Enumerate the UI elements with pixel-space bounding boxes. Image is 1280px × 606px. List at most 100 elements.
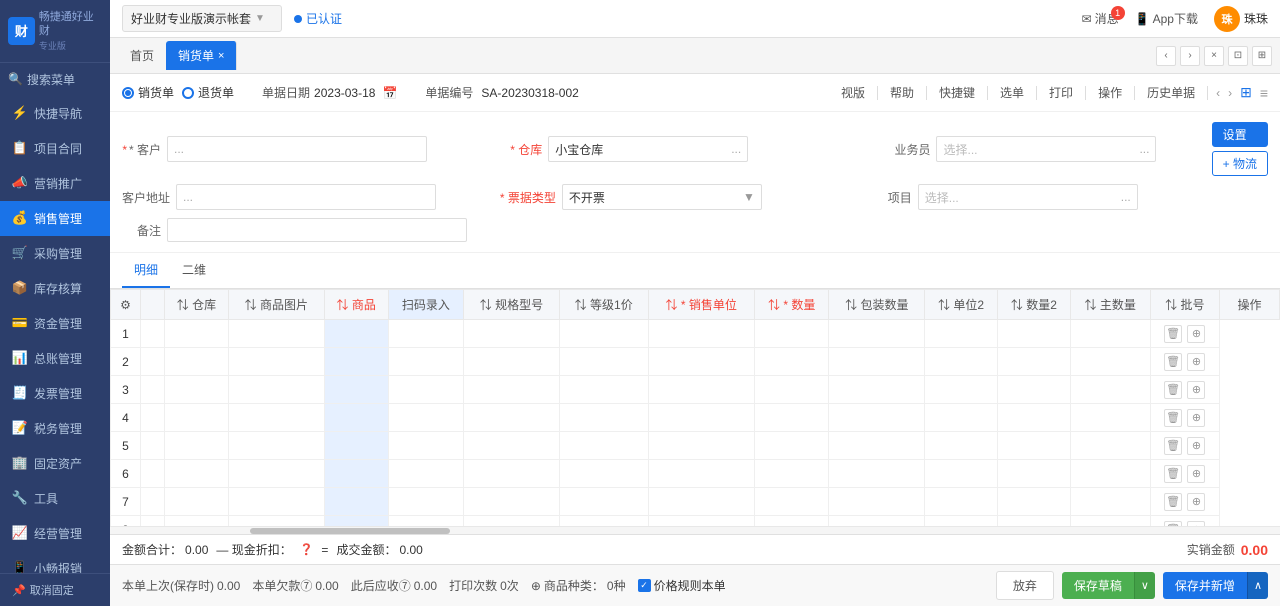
save-new-btn[interactable]: 保存并新增 [1163, 572, 1247, 599]
tab-home[interactable]: 首页 [118, 41, 166, 70]
cell-main-qty[interactable] [997, 516, 1070, 527]
copy-row-btn[interactable]: ⊕ [1187, 493, 1205, 511]
cell-qty2[interactable] [925, 460, 998, 488]
sidebar-item-invoice[interactable]: 🧾 发票管理 [0, 376, 110, 411]
help-btn[interactable]: 帮助 [886, 82, 918, 103]
delete-row-btn[interactable]: 🗑 [1164, 381, 1182, 399]
address-input[interactable]: ... [176, 184, 436, 210]
cell-spec[interactable] [388, 376, 463, 404]
delete-row-btn[interactable]: 🗑 [1164, 437, 1182, 455]
cell-pkg-qty[interactable] [754, 488, 829, 516]
sidebar-item-tools[interactable]: 🔧 工具 [0, 481, 110, 516]
cell-image[interactable] [165, 488, 229, 516]
sidebar-item-fixed-assets[interactable]: 🏢 固定资产 [0, 446, 110, 481]
app-download-action[interactable]: 📱 App下载 [1135, 10, 1198, 27]
tab-expand-btn[interactable]: ⊡ [1228, 46, 1248, 66]
cell-product[interactable] [228, 348, 324, 376]
delete-row-btn[interactable]: 🗑 [1164, 465, 1182, 483]
cell-unit2[interactable] [829, 320, 925, 348]
cell-warehouse[interactable] [141, 320, 165, 348]
cell-product[interactable] [228, 404, 324, 432]
horizontal-scrollbar[interactable] [110, 526, 1280, 534]
help-item[interactable]: ❓ [300, 543, 314, 556]
table-row[interactable]: 6 🗑 ⊕ [111, 460, 1280, 488]
project-input[interactable]: 选择... ... [918, 184, 1138, 210]
cell-qty[interactable] [648, 376, 754, 404]
cell-main-qty[interactable] [997, 460, 1070, 488]
th-main-qty[interactable]: ⇅ 主数量 [1070, 290, 1150, 320]
cell-import[interactable] [324, 488, 388, 516]
cell-warehouse[interactable] [141, 376, 165, 404]
cancel-fixed[interactable]: 📌 取消固定 [0, 573, 110, 606]
cell-qty2[interactable] [925, 432, 998, 460]
table-row[interactable]: 8 🗑 ⊕ [111, 516, 1280, 527]
th-qty[interactable]: ⇅ * 数量 [754, 290, 829, 320]
cell-image[interactable] [165, 320, 229, 348]
cell-spec[interactable] [388, 348, 463, 376]
cell-qty[interactable] [648, 404, 754, 432]
cell-image[interactable] [165, 516, 229, 527]
delete-row-btn[interactable]: 🗑 [1164, 325, 1182, 343]
history-btn[interactable]: 历史单据 [1143, 82, 1199, 103]
cell-warehouse[interactable] [141, 404, 165, 432]
cell-batch[interactable] [1070, 460, 1150, 488]
cell-qty2[interactable] [925, 320, 998, 348]
cell-sale-unit[interactable] [559, 488, 648, 516]
th-qty2[interactable]: ⇅ 数量2 [997, 290, 1070, 320]
cell-price[interactable] [464, 320, 560, 348]
cell-warehouse[interactable] [141, 432, 165, 460]
cell-product[interactable] [228, 460, 324, 488]
cell-qty[interactable] [648, 348, 754, 376]
tab-next-btn[interactable]: › [1180, 46, 1200, 66]
nav-right-icon[interactable]: › [1228, 86, 1232, 100]
th-image[interactable]: ⇅ 商品图片 [228, 290, 324, 320]
cell-unit2[interactable] [829, 460, 925, 488]
table-row[interactable]: 3 🗑 ⊕ [111, 376, 1280, 404]
cell-price[interactable] [464, 376, 560, 404]
cell-pkg-qty[interactable] [754, 320, 829, 348]
cell-batch[interactable] [1070, 348, 1150, 376]
cell-product[interactable] [228, 516, 324, 527]
cell-image[interactable] [165, 404, 229, 432]
table-row[interactable]: 2 🗑 ⊕ [111, 348, 1280, 376]
cell-spec[interactable] [388, 488, 463, 516]
cell-qty2[interactable] [925, 488, 998, 516]
table-row[interactable]: 1 🗑 ⊕ [111, 320, 1280, 348]
th-spec[interactable]: ⇅ 规格型号 [464, 290, 560, 320]
cell-main-qty[interactable] [997, 404, 1070, 432]
cell-spec[interactable] [388, 460, 463, 488]
cell-sale-unit[interactable] [559, 320, 648, 348]
cell-warehouse[interactable] [141, 516, 165, 527]
cell-batch[interactable] [1070, 320, 1150, 348]
table-view-icon[interactable]: ⊞ [1240, 84, 1252, 101]
cell-sale-unit[interactable] [559, 348, 648, 376]
cell-qty[interactable] [648, 460, 754, 488]
th-sale-unit[interactable]: ⇅ * 销售单位 [648, 290, 754, 320]
cell-unit2[interactable] [829, 376, 925, 404]
sidebar-item-inventory[interactable]: 📦 库存核算 [0, 271, 110, 306]
cell-warehouse[interactable] [141, 348, 165, 376]
cell-import[interactable] [324, 516, 388, 527]
cell-image[interactable] [165, 460, 229, 488]
copy-row-btn[interactable]: ⊕ [1187, 325, 1205, 343]
sidebar-item-sales[interactable]: 💰 销售管理 [0, 201, 110, 236]
cell-batch[interactable] [1070, 432, 1150, 460]
cell-batch[interactable] [1070, 376, 1150, 404]
cell-qty2[interactable] [925, 516, 998, 527]
cell-unit2[interactable] [829, 348, 925, 376]
cell-import[interactable] [324, 460, 388, 488]
cell-unit2[interactable] [829, 488, 925, 516]
th-import[interactable]: 扫码录入 [388, 290, 463, 320]
cell-price[interactable] [464, 404, 560, 432]
warehouse-input[interactable]: 小宝仓库 ... [548, 136, 748, 162]
save-draft-btn[interactable]: 保存草稿 [1062, 572, 1134, 599]
logistics-btn[interactable]: + 物流 [1212, 151, 1268, 176]
select-btn[interactable]: 选单 [996, 82, 1028, 103]
cell-unit2[interactable] [829, 516, 925, 527]
cell-main-qty[interactable] [997, 376, 1070, 404]
tab-close-icon[interactable]: × [218, 50, 224, 62]
cell-qty[interactable] [648, 488, 754, 516]
copy-row-btn[interactable]: ⊕ [1187, 381, 1205, 399]
cell-qty[interactable] [648, 516, 754, 527]
sidebar-item-small-report[interactable]: 📱 小畅报销 [0, 551, 110, 573]
